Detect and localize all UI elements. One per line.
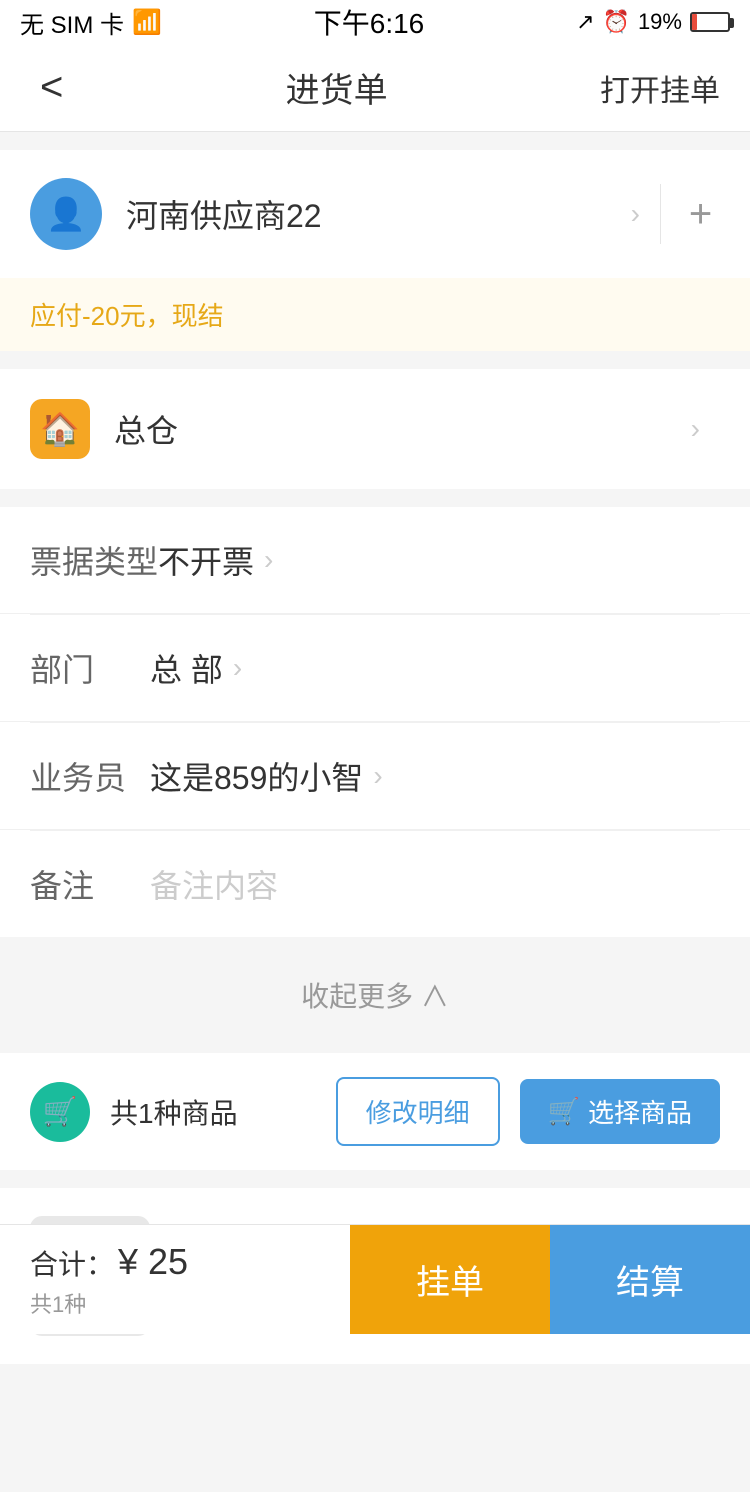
remark-row[interactable]: 备注 备注内容 [0, 831, 750, 937]
product-bar: 🛒 共1种商品 修改明细 🛒 选择商品 [0, 1053, 750, 1170]
supplier-avatar: 👤 [30, 178, 102, 250]
open-hold-button[interactable]: 打开挂单 [600, 66, 720, 110]
supplier-notice: 应付-20元，现结 [0, 278, 750, 351]
cart-symbol: 🛒 [43, 1095, 78, 1128]
salesperson-value: 这是859的小智 [150, 753, 363, 799]
back-button[interactable]: < [30, 55, 73, 120]
warehouse-icon: 🏠 [30, 399, 90, 459]
supplier-chevron-icon: › [631, 198, 640, 230]
product-cart-icon: 🛒 [30, 1082, 90, 1142]
total-area: 合计： ¥ 25 共1种 [0, 1225, 350, 1334]
select-cart-icon: 🛒 [548, 1096, 580, 1127]
nav-bar: < 进货单 打开挂单 [0, 44, 750, 132]
department-row[interactable]: 部门 总 部 › [0, 615, 750, 722]
remark-placeholder: 备注内容 [150, 861, 278, 907]
checkout-button[interactable]: 结算 [550, 1225, 750, 1334]
status-bar-left: 无 SIM 卡 📶 [20, 5, 162, 40]
bottom-bar: 合计： ¥ 25 共1种 挂单 结算 [0, 1224, 750, 1334]
total-amount: ¥ 25 [118, 1241, 188, 1283]
select-product-label: 选择商品 [588, 1093, 692, 1130]
wifi-icon: 📶 [132, 8, 162, 37]
remark-label: 备注 [30, 861, 150, 907]
warehouse-chevron-icon: › [691, 413, 700, 445]
avatar-icon: 👤 [46, 195, 86, 233]
invoice-type-value: 不开票 [158, 537, 254, 583]
select-product-button[interactable]: 🛒 选择商品 [520, 1079, 720, 1144]
salesperson-label: 业务员 [30, 753, 150, 799]
edit-detail-button[interactable]: 修改明细 [336, 1077, 500, 1146]
warehouse-section: 🏠 总仓 › [0, 369, 750, 489]
total-label: 合计： [30, 1243, 114, 1283]
battery-icon [690, 12, 730, 32]
alarm-icon: ⏰ [603, 9, 630, 35]
hold-button[interactable]: 挂单 [350, 1225, 550, 1334]
supplier-name: 河南供应商22 [126, 191, 631, 237]
location-icon: ↗ [576, 9, 594, 35]
status-bar-time: 下午6:16 [314, 2, 425, 42]
product-bar-section: 🛒 共1种商品 修改明细 🛒 选择商品 [0, 1053, 750, 1170]
warehouse-name: 总仓 [114, 406, 691, 452]
department-chevron-icon: › [233, 652, 242, 684]
invoice-chevron-icon: › [264, 544, 273, 576]
status-bar: 无 SIM 卡 📶 下午6:16 ↗ ⏰ 19% [0, 0, 750, 44]
supplier-add-button[interactable]: + [660, 184, 720, 244]
invoice-type-row[interactable]: 票据类型 不开票 › [0, 507, 750, 614]
product-count-label: 共1种商品 [110, 1092, 316, 1132]
collapse-bar[interactable]: 收起更多 ∧ [0, 955, 750, 1035]
page-title: 进货单 [286, 63, 388, 112]
salesperson-row[interactable]: 业务员 这是859的小智 › [0, 723, 750, 830]
form-section: 票据类型 不开票 › 部门 总 部 › 业务员 这是859的小智 › 备注 备注… [0, 507, 750, 937]
total-row: 合计： ¥ 25 [30, 1241, 320, 1283]
department-label: 部门 [30, 645, 150, 691]
supplier-section: 👤 河南供应商22 › + 应付-20元，现结 [0, 150, 750, 351]
warehouse-row[interactable]: 🏠 总仓 › [0, 369, 750, 489]
status-bar-right: ↗ ⏰ 19% [576, 9, 730, 35]
department-value: 总 部 [150, 645, 223, 691]
battery-label: 19% [638, 9, 682, 35]
invoice-type-label: 票据类型 [30, 537, 158, 583]
carrier-label: 无 SIM 卡 [20, 5, 124, 40]
salesperson-chevron-icon: › [373, 760, 382, 792]
supplier-row[interactable]: 👤 河南供应商22 › + [0, 150, 750, 278]
total-count: 共1种 [30, 1287, 320, 1319]
